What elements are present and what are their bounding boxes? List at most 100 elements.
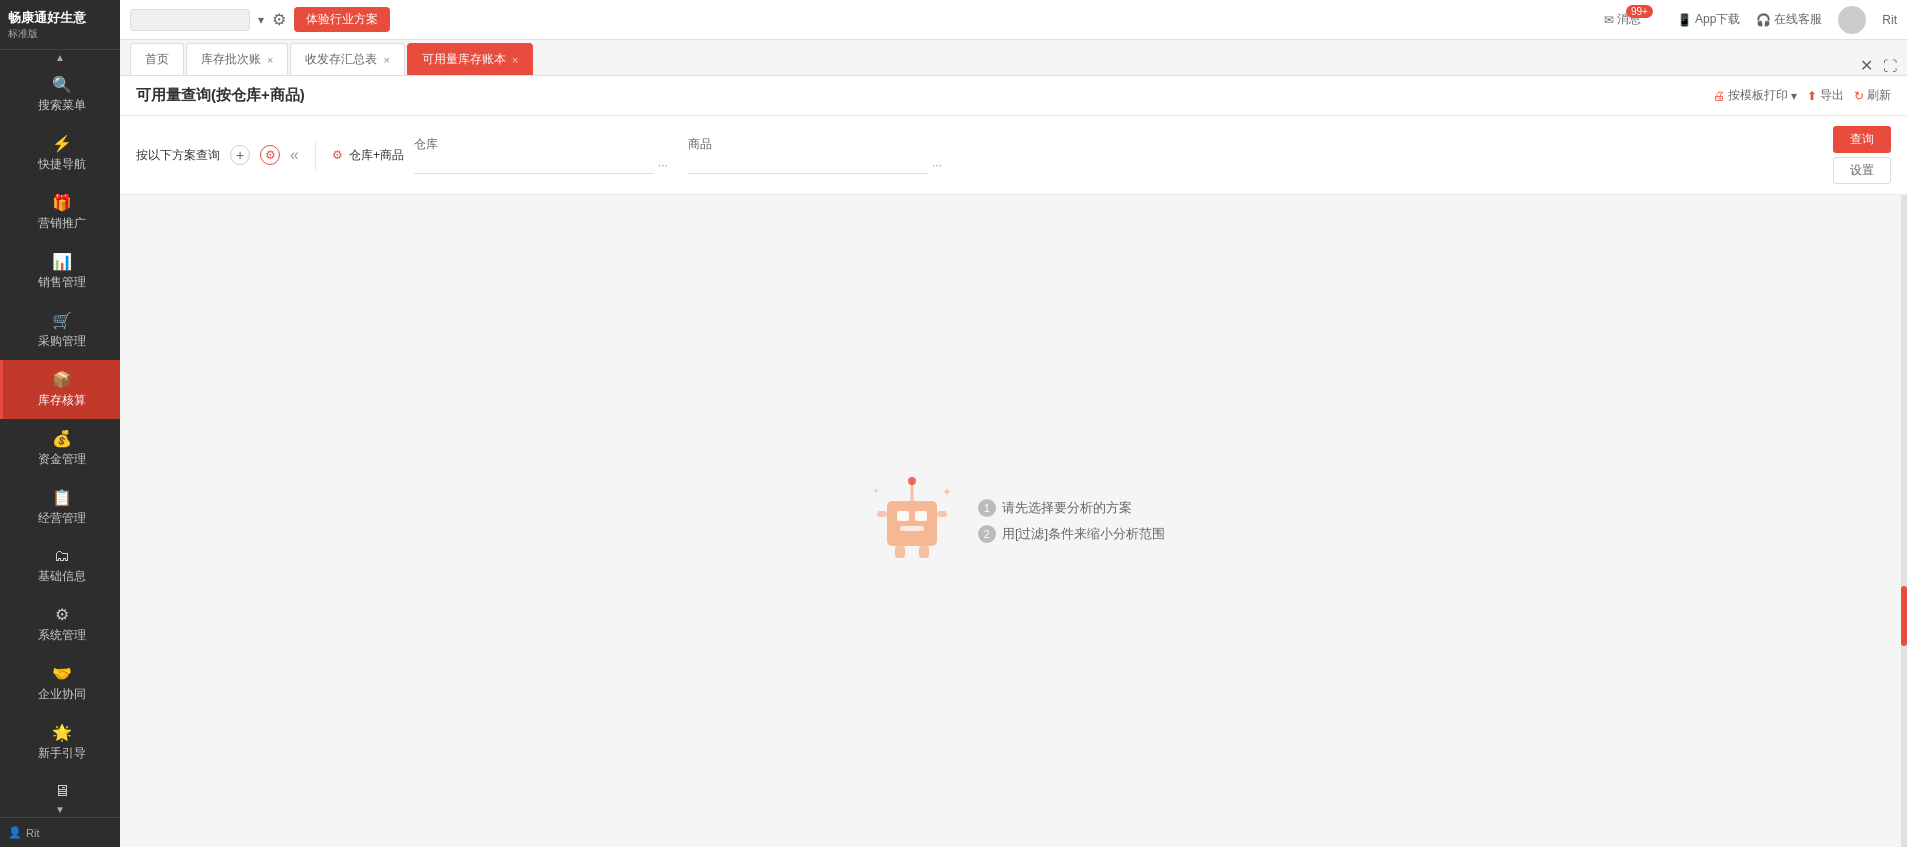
refresh-label: 刷新 — [1867, 87, 1891, 104]
sales-icon: 📊 — [52, 252, 72, 271]
svg-point-9 — [908, 477, 916, 485]
filter-scheme-settings-button[interactable]: ⚙ — [260, 145, 280, 165]
tab-available[interactable]: 可用量库存账本 × — [407, 43, 533, 75]
warehouse-field: 仓库 ··· — [414, 136, 668, 174]
settings-button[interactable]: 设置 — [1833, 157, 1891, 184]
tab-summary-label: 收发存汇总表 — [305, 51, 377, 68]
filter-collapse-button[interactable]: « — [290, 146, 299, 164]
export-button[interactable]: ⬆ 导出 — [1807, 87, 1844, 104]
sidebar-item-label: 系统管理 — [38, 627, 86, 644]
newbie-icon: 🌟 — [52, 723, 72, 742]
sidebar-item-label: 基础信息 — [38, 568, 86, 585]
sidebar-item-newbie[interactable]: 🌟 新手引导 — [0, 713, 120, 772]
page-actions: 🖨 按模板打印 ▾ ⬆ 导出 ↻ 刷新 — [1713, 87, 1891, 104]
business-icon: 📋 — [52, 488, 72, 507]
product-more-button[interactable]: ··· — [932, 158, 942, 172]
svg-rect-7 — [919, 546, 929, 558]
message-badge: 99+ — [1626, 5, 1653, 18]
sidebar-item-label: 搜索菜单 — [38, 97, 86, 114]
online-service-label: 在线客服 — [1774, 11, 1822, 28]
online-service-button[interactable]: 🎧 在线客服 — [1756, 11, 1822, 28]
message-icon: ✉ — [1604, 13, 1614, 27]
settings-icon[interactable]: ⚙ — [272, 10, 286, 29]
topbar-right: ✉ 消息 99+ 📱 App下载 🎧 在线客服 Rit — [1604, 6, 1897, 34]
finance-icon: 💰 — [52, 429, 72, 448]
print-icon: 🖨 — [1713, 89, 1725, 103]
filter-label: 按以下方案查询 — [136, 147, 220, 164]
filter-scheme[interactable]: ⚙ 仓库+商品 — [332, 147, 404, 164]
logo-subtitle: 标准版 — [8, 27, 112, 41]
hint-2-text: 用[过滤]条件来缩小分析范围 — [1002, 525, 1165, 543]
svg-rect-2 — [915, 511, 927, 521]
sidebar-item-label: 企业协同 — [38, 686, 86, 703]
svg-rect-0 — [887, 501, 937, 546]
warehouse-more-button[interactable]: ··· — [658, 158, 668, 172]
sidebar-item-base[interactable]: 🗂 基础信息 — [0, 537, 120, 595]
appstore-icon: 🖥 — [54, 782, 70, 800]
tabbar-close-button[interactable]: ✕ — [1856, 56, 1877, 75]
sidebar-item-sales[interactable]: 📊 销售管理 — [0, 242, 120, 301]
username-label: Rit — [1882, 13, 1897, 27]
scheme-label: 仓库+商品 — [349, 147, 404, 164]
scrollbar-thumb[interactable] — [1901, 586, 1907, 646]
svg-rect-4 — [877, 511, 887, 517]
tab-batch[interactable]: 库存批次账 × — [186, 43, 288, 75]
tab-available-close[interactable]: × — [512, 54, 518, 66]
filter-add-button[interactable]: + — [230, 145, 250, 165]
industry-button[interactable]: 体验行业方案 — [294, 7, 390, 32]
warehouse-input[interactable] — [414, 155, 654, 174]
print-button[interactable]: 🖨 按模板打印 ▾ — [1713, 87, 1797, 104]
refresh-icon: ↻ — [1854, 89, 1864, 103]
svg-rect-3 — [900, 526, 924, 531]
tab-home-label: 首页 — [145, 51, 169, 68]
message-button[interactable]: ✉ 消息 99+ — [1604, 11, 1641, 28]
sidebar-item-purchase[interactable]: 🛒 采购管理 — [0, 301, 120, 360]
tab-batch-close[interactable]: × — [267, 54, 273, 66]
svg-rect-6 — [895, 546, 905, 558]
svg-rect-5 — [937, 511, 947, 517]
query-button[interactable]: 查询 — [1833, 126, 1891, 153]
tabbar: 首页 库存批次账 × 收发存汇总表 × 可用量库存账本 × ✕ ⛶ — [120, 40, 1907, 76]
sidebar-scroll-up[interactable]: ▲ — [0, 50, 120, 65]
sidebar-item-enterprise[interactable]: 🤝 企业协同 — [0, 654, 120, 713]
filter-actions: 查询 设置 — [1833, 126, 1891, 184]
topbar: ▾ ⚙ 体验行业方案 ✉ 消息 99+ 📱 App下载 🎧 在线客服 Rit — [120, 0, 1907, 40]
print-dropdown-icon[interactable]: ▾ — [1791, 89, 1797, 103]
service-icon: 🎧 — [1756, 13, 1771, 27]
search-input[interactable] — [130, 9, 250, 31]
product-input[interactable] — [688, 155, 928, 174]
svg-text:✦: ✦ — [942, 485, 952, 499]
dropdown-icon[interactable]: ▾ — [258, 13, 264, 27]
sidebar-item-business[interactable]: 📋 经营管理 — [0, 478, 120, 537]
tabbar-expand-button[interactable]: ⛶ — [1883, 58, 1897, 74]
tab-home[interactable]: 首页 — [130, 43, 184, 75]
sidebar-item-search[interactable]: 🔍 搜索菜单 — [0, 65, 120, 124]
sidebar-item-appstore[interactable]: 🖥 应用中心 — [0, 772, 120, 802]
sidebar-scroll-down[interactable]: ▼ — [0, 802, 120, 817]
right-scrollbar[interactable] — [1901, 195, 1907, 847]
sidebar-item-system[interactable]: ⚙ 系统管理 — [0, 595, 120, 654]
sidebar-bottom[interactable]: 👤 Rit — [0, 817, 120, 847]
print-label: 按模板打印 — [1728, 87, 1788, 104]
search-icon: 🔍 — [52, 75, 72, 94]
sidebar-item-label: 库存核算 — [38, 392, 86, 409]
system-icon: ⚙ — [55, 605, 69, 624]
tab-summary[interactable]: 收发存汇总表 × — [290, 43, 404, 75]
export-label: 导出 — [1820, 87, 1844, 104]
product-label: 商品 — [688, 136, 942, 153]
tab-summary-close[interactable]: × — [383, 54, 389, 66]
sidebar-item-label: 销售管理 — [38, 274, 86, 291]
app-download-label: App下载 — [1695, 11, 1740, 28]
refresh-button[interactable]: ↻ 刷新 — [1854, 87, 1891, 104]
svg-text:✦: ✦ — [872, 486, 880, 496]
filter-divider — [315, 140, 316, 170]
hint-1-number: 1 — [978, 499, 996, 517]
sidebar-item-finance[interactable]: 💰 资金管理 — [0, 419, 120, 478]
filter-panel: 按以下方案查询 + ⚙ « ⚙ 仓库+商品 仓库 ··· 商品 ··· — [120, 116, 1907, 195]
sidebar-item-inventory[interactable]: 📦 库存核算 — [0, 360, 120, 419]
app-icon: 📱 — [1677, 13, 1692, 27]
sidebar-item-shortcut[interactable]: ⚡ 快捷导航 — [0, 124, 120, 183]
sidebar-item-marketing[interactable]: 🎁 营销推广 — [0, 183, 120, 242]
app-download-button[interactable]: 📱 App下载 — [1677, 11, 1740, 28]
sidebar-nav: 🔍 搜索菜单 ⚡ 快捷导航 🎁 营销推广 📊 销售管理 🛒 采购管理 📦 库存核… — [0, 65, 120, 802]
